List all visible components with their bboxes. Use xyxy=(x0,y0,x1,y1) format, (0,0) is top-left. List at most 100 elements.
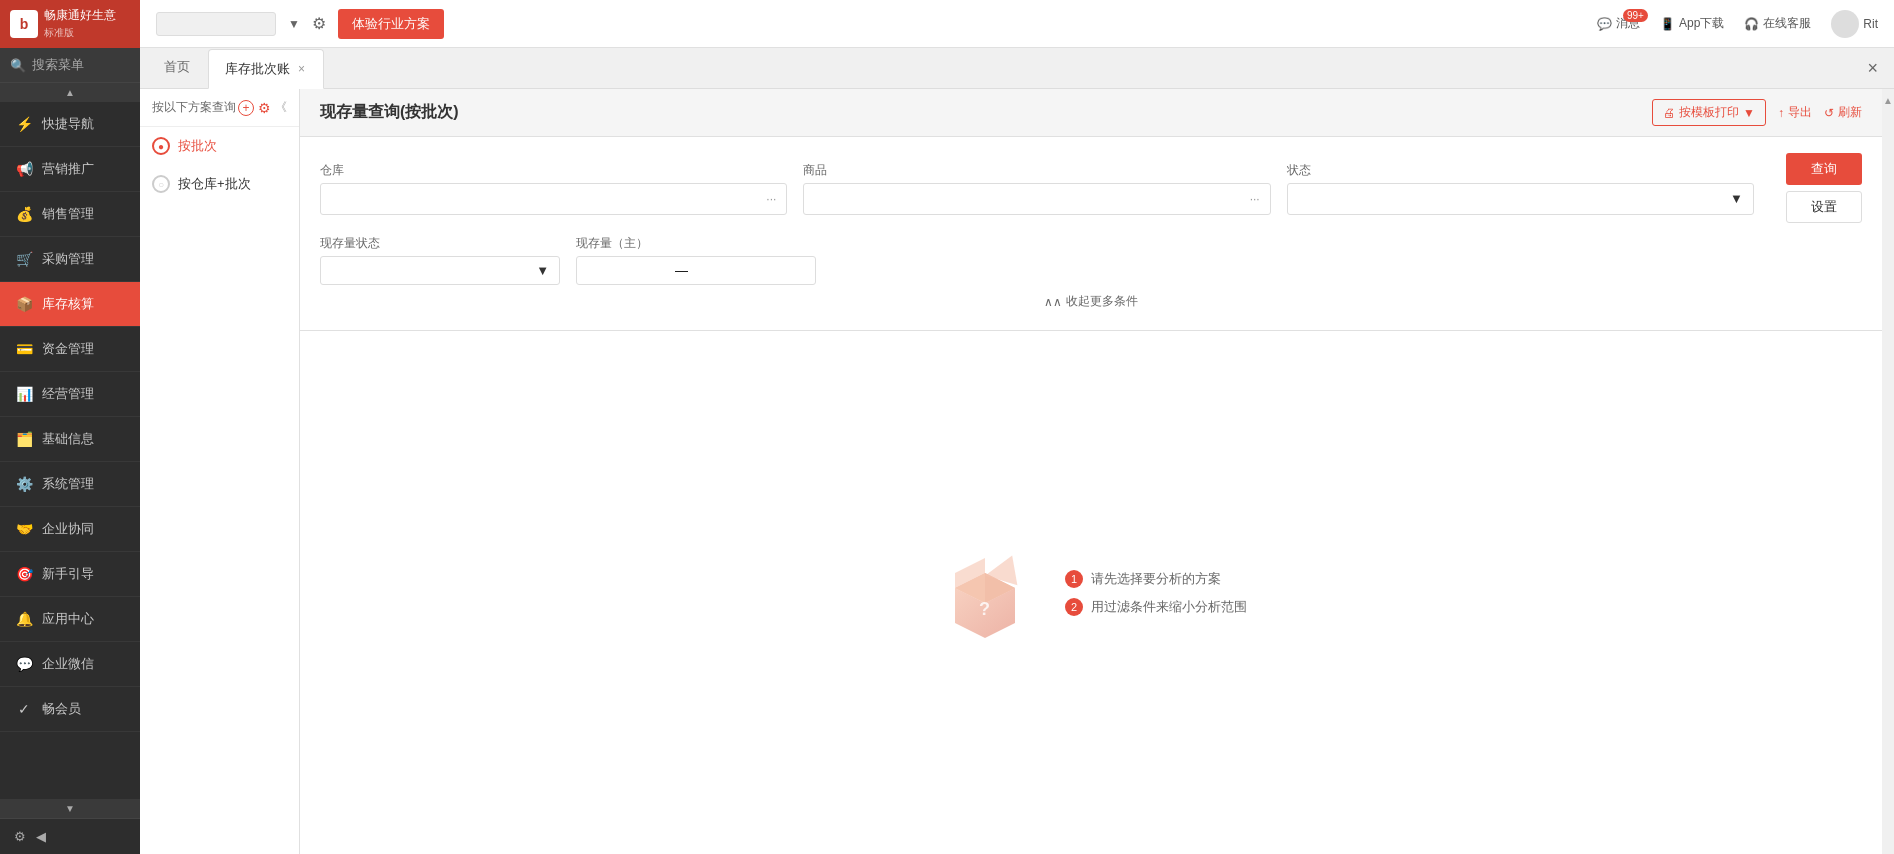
system-icon: ⚙️ xyxy=(14,474,34,494)
messages-button[interactable]: 💬 消息 99+ xyxy=(1597,15,1640,32)
sidebar-scroll-down[interactable]: ▼ xyxy=(0,799,140,818)
sidebar-item-wechat[interactable]: 💬 企业微信 xyxy=(0,642,140,687)
empty-tip-1: 1 请先选择要分析的方案 xyxy=(1065,570,1247,588)
sidebar-item-label: 基础信息 xyxy=(42,430,94,448)
add-scheme-icon[interactable]: + xyxy=(238,100,254,116)
sidebar-header: b 畅康通好生意 标准版 xyxy=(0,0,140,48)
left-panel: 按以下方案查询 + ⚙ 《 ● 按批次 ○ 按仓库+批次 xyxy=(140,89,300,854)
sidebar-item-purchase[interactable]: 🛒 采购管理 xyxy=(0,237,140,282)
warehouse-input[interactable]: ··· xyxy=(320,183,787,215)
trial-industry-button[interactable]: 体验行业方案 xyxy=(338,9,444,39)
export-button[interactable]: ↑ 导出 xyxy=(1778,104,1812,121)
sidebar-item-sales[interactable]: 💰 销售管理 xyxy=(0,192,140,237)
sidebar-nav: ⚡ 快捷导航 📢 营销推广 💰 销售管理 🛒 采购管理 📦 库存核算 💳 资金管… xyxy=(0,102,140,799)
tab-close-icon[interactable]: × xyxy=(296,62,307,76)
settings-button[interactable]: 设置 xyxy=(1786,191,1862,223)
status-label: 状态 xyxy=(1287,162,1754,179)
stock-quantity-min[interactable] xyxy=(587,263,667,278)
tip-2-text: 用过滤条件来缩小分析范围 xyxy=(1091,598,1247,616)
status-input[interactable]: ▼ xyxy=(1287,183,1754,215)
sidebar-item-label: 企业协同 xyxy=(42,520,94,538)
scheme-item-warehouse-batch[interactable]: ○ 按仓库+批次 xyxy=(140,165,299,203)
sidebar-scroll-up[interactable]: ▲ xyxy=(0,83,140,102)
tab-inventory-batch[interactable]: 库存批次账 × xyxy=(208,49,324,89)
refresh-icon: ↺ xyxy=(1824,106,1834,120)
warehouse-label: 仓库 xyxy=(320,162,787,179)
appstore-icon: 🔔 xyxy=(14,609,34,629)
settings-scheme-icon[interactable]: ⚙ xyxy=(258,100,271,116)
messages-badge: 99+ xyxy=(1623,9,1648,22)
query-button[interactable]: 查询 xyxy=(1786,153,1862,185)
sidebar-item-basic[interactable]: 🗂️ 基础信息 xyxy=(0,417,140,462)
sidebar-settings-icon[interactable]: ⚙ xyxy=(14,829,26,844)
sidebar-collapse-icon[interactable]: ◀ xyxy=(36,829,46,844)
stock-quantity-range[interactable]: — xyxy=(576,256,816,285)
online-service-button[interactable]: 🎧 在线客服 xyxy=(1744,15,1811,32)
quicknav-icon: ⚡ xyxy=(14,114,34,134)
sidebar-item-member[interactable]: ✓ 畅会员 xyxy=(0,687,140,732)
stock-status-field: 现存量状态 ▼ xyxy=(320,235,560,285)
topbar-dropdown-button[interactable]: ▼ xyxy=(288,17,300,31)
empty-visual: ? 1 请先选择要分析的方案 2 用过滤条件来缩小分析范围 xyxy=(935,543,1247,643)
sidebar-item-finance[interactable]: 💳 资金管理 xyxy=(0,327,140,372)
collapse-icon: ∧∧ xyxy=(1044,295,1062,309)
wechat-icon: 💬 xyxy=(14,654,34,674)
phone-icon: 📱 xyxy=(1660,17,1675,31)
warehouse-more-icon: ··· xyxy=(766,192,776,206)
guide-icon: 🎯 xyxy=(14,564,34,584)
enterprise-icon: 🤝 xyxy=(14,519,34,539)
sidebar-item-label: 库存核算 xyxy=(42,295,94,313)
app-download-button[interactable]: 📱 App下载 xyxy=(1660,15,1724,32)
left-panel-header: 按以下方案查询 + ⚙ 《 xyxy=(140,89,299,127)
sidebar-item-label: 营销推广 xyxy=(42,160,94,178)
template-print-label: 按模板打印 xyxy=(1679,104,1739,121)
sidebar-item-appstore[interactable]: 🔔 应用中心 xyxy=(0,597,140,642)
sidebar-item-guide[interactable]: 🎯 新手引导 xyxy=(0,552,140,597)
filter-area: 仓库 ··· 商品 ··· 状态 xyxy=(300,137,1882,331)
page-header-actions: 🖨 按模板打印 ▼ ↑ 导出 ↺ 刷新 xyxy=(1652,99,1862,126)
scroll-up-arrow[interactable]: ▲ xyxy=(1881,93,1894,108)
stock-status-select[interactable]: ▼ xyxy=(320,256,560,285)
sidebar-search-label: 搜索菜单 xyxy=(32,56,84,74)
warehouse-field: 仓库 ··· xyxy=(320,162,787,215)
sidebar-item-label: 采购管理 xyxy=(42,250,94,268)
sidebar-item-label: 应用中心 xyxy=(42,610,94,628)
product-input[interactable]: ··· xyxy=(803,183,1270,215)
product-more-icon: ··· xyxy=(1250,192,1260,206)
status-dropdown-icon: ▼ xyxy=(1730,191,1743,206)
user-profile-button[interactable]: Rit xyxy=(1831,10,1878,38)
stock-quantity-max[interactable] xyxy=(696,263,776,278)
product-label: 商品 xyxy=(803,162,1270,179)
export-label: 导出 xyxy=(1788,104,1812,121)
finance-icon: 💳 xyxy=(14,339,34,359)
tab-panel-close-button[interactable]: × xyxy=(1859,50,1886,87)
sidebar-item-label: 经营管理 xyxy=(42,385,94,403)
tip-2-number: 2 xyxy=(1065,598,1083,616)
print-dropdown-icon: ▼ xyxy=(1743,106,1755,120)
sidebar-item-operation[interactable]: 📊 经营管理 xyxy=(0,372,140,417)
tab-label: 库存批次账 xyxy=(225,60,290,78)
stock-status-label: 现存量状态 xyxy=(320,235,560,252)
scheme-item-batch[interactable]: ● 按批次 xyxy=(140,127,299,165)
topbar-search-input[interactable] xyxy=(156,12,276,36)
online-service-label: 在线客服 xyxy=(1763,15,1811,32)
sidebar-item-marketing[interactable]: 📢 营销推广 xyxy=(0,147,140,192)
collapse-more-button[interactable]: ∧∧ 收起更多条件 xyxy=(320,289,1862,314)
main-area: ▼ ⚙ 体验行业方案 💬 消息 99+ 📱 App下载 🎧 在线客服 Rit xyxy=(140,0,1894,854)
tab-home[interactable]: 首页 xyxy=(148,48,206,88)
sidebar-item-quicknav[interactable]: ⚡ 快捷导航 xyxy=(0,102,140,147)
sidebar-search[interactable]: 🔍 搜索菜单 xyxy=(0,48,140,83)
right-panel: 现存量查询(按批次) 🖨 按模板打印 ▼ ↑ 导出 ↺ 刷新 xyxy=(300,89,1882,854)
sidebar-item-system[interactable]: ⚙️ 系统管理 xyxy=(0,462,140,507)
sidebar-item-label: 快捷导航 xyxy=(42,115,94,133)
refresh-button[interactable]: ↺ 刷新 xyxy=(1824,104,1862,121)
sidebar-item-inventory[interactable]: 📦 库存核算 xyxy=(0,282,140,327)
basic-icon: 🗂️ xyxy=(14,429,34,449)
collapse-panel-icon[interactable]: 《 xyxy=(275,99,287,116)
template-print-button[interactable]: 🖨 按模板打印 ▼ xyxy=(1652,99,1766,126)
sidebar-item-label: 畅会员 xyxy=(42,700,81,718)
sidebar-item-enterprise[interactable]: 🤝 企业协同 xyxy=(0,507,140,552)
inventory-icon: 📦 xyxy=(14,294,34,314)
sales-icon: 💰 xyxy=(14,204,34,224)
topbar-gear-icon[interactable]: ⚙ xyxy=(312,14,326,33)
